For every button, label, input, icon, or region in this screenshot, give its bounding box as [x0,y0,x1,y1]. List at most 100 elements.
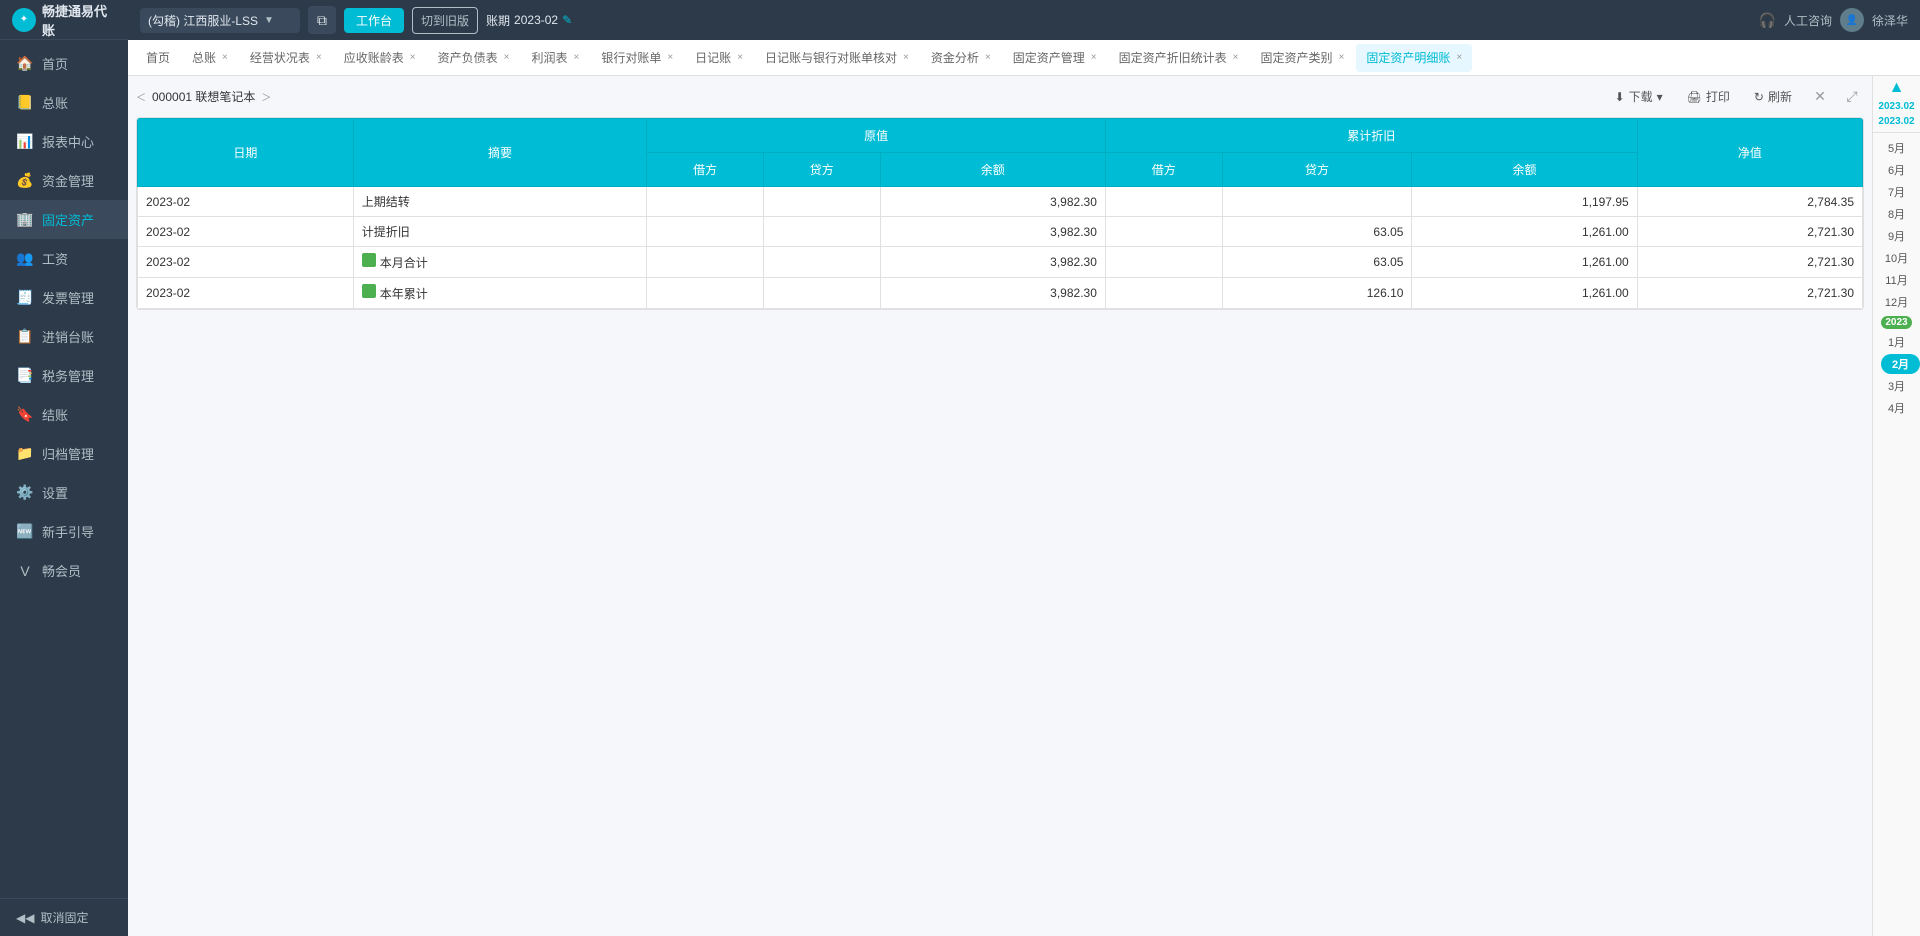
tab-close-icon[interactable]: × [1233,52,1239,63]
tab-close-icon[interactable]: × [667,52,673,63]
print-icon: 🖨 [1687,90,1702,104]
tab-固定资产管理[interactable]: 固定资产管理× [1003,44,1107,72]
tab-close-icon[interactable]: × [1338,52,1344,63]
tab-close-icon[interactable]: × [504,52,510,63]
tab-经营状况表[interactable]: 经营状况表× [240,44,332,72]
refresh-button[interactable]: ↻ 刷新 [1746,84,1800,109]
tab-close-icon[interactable]: × [985,52,991,63]
sidebar-item-税务管理[interactable]: 📑税务管理 [0,356,128,395]
sidebar-item-归档管理[interactable]: 📁归档管理 [0,434,128,473]
th-date: 日期 [138,119,354,187]
tab-银行对账单[interactable]: 银行对账单 × [591,44,683,72]
cell-summary: 计提折旧 [353,217,646,247]
timeline-date-1: 2023.02 [1878,100,1914,113]
sidebar-icon: 📒 [16,94,34,112]
timeline-month-10月[interactable]: 10月 [1877,247,1915,269]
tab-固定资产类别[interactable]: 固定资产类别× [1250,44,1354,72]
tab-日记账[interactable]: 日记账 × [685,44,753,72]
sidebar-item-新手引导[interactable]: 🆕 新手引导 [0,512,128,551]
tab-close-icon[interactable]: × [737,52,743,63]
human-service-label[interactable]: 人工咨询 [1784,12,1832,29]
sidebar-item-畅会员[interactable]: V畅会员 [0,551,128,590]
timeline-month-8月[interactable]: 8月 [1877,203,1915,225]
th-orig-balance: 余额 [880,153,1105,187]
tab-资金分析[interactable]: 资金分析 × [921,44,1001,72]
period-value: 2023-02 [514,13,558,27]
timeline-month-4月[interactable]: 4月 [1877,397,1915,419]
breadcrumb-next-icon[interactable]: ＞ [261,89,271,104]
user-avatar[interactable]: 👤 [1840,8,1864,32]
timeline-date-2: 2023.02 [1878,115,1914,128]
sidebar-item-label: 首页 [42,54,68,73]
company-name: (勾稽) 江西服业-LSS [148,12,258,29]
detail-table: 日期 摘要 原值 累计折旧 净值 借方 贷方 余额 借方 贷方 余额 [137,118,1863,309]
sidebar-item-报表中心[interactable]: 📊报表中心 [0,122,128,161]
sidebar-item-固定资产[interactable]: 🏢固定资产 [0,200,128,239]
sidebar-unpin-btn[interactable]: ◀◀ 取消固定 [0,898,128,936]
tab-close-icon[interactable]: × [903,52,909,63]
sidebar-icon: 🆕 [16,523,34,541]
company-selector[interactable]: (勾稽) 江西服业-LSS ▼ [140,8,300,33]
tab-固定资产折旧统计表[interactable]: 固定资产折旧统计表 × [1109,44,1249,72]
tab-close-icon[interactable]: × [1456,52,1462,63]
sidebar-item-设置[interactable]: ⚙️设置 [0,473,128,512]
cell-accum-debit [1105,247,1222,278]
table-row: 2023-02 本年累计 3,982.30 126.10 1,261.00 2,… [138,278,1863,309]
sidebar-item-资金管理[interactable]: 💰资金管理 [0,161,128,200]
period-edit-icon[interactable]: ✎ [562,13,572,27]
tab-首页[interactable]: 首页 [136,44,180,72]
cell-orig-balance: 3,982.30 [880,247,1105,278]
tab-label: 资金分析 [931,49,979,66]
copy-icon-btn[interactable]: ⧉ [308,6,336,34]
table-row: 2023-02 计提折旧 3,982.30 63.05 1,261.00 2,7… [138,217,1863,247]
page-close-button[interactable]: ✕ [1808,85,1832,109]
breadcrumb-prev-icon[interactable]: ＜ [136,89,146,104]
sidebar-item-label: 畅会员 [42,561,81,580]
switch-old-button[interactable]: 切到旧版 [412,7,478,34]
tab-日记账与银行对账单核对[interactable]: 日记账与银行对账单核对× [755,44,919,72]
tab-label: 应收账龄表 [344,49,404,66]
tab-label: 日记账 [695,49,731,66]
timeline-month-5月[interactable]: 5月 [1877,137,1915,159]
tabbar: 首页总账×经营状况表×应收账龄表×资产负债表×利润表×银行对账单×日记账×日记账… [128,40,1920,76]
topbar-user-area: 🎧 人工咨询 👤 徐泽华 [1759,8,1908,32]
tab-label: 固定资产折旧统计表 [1119,49,1227,66]
timeline-month-9月[interactable]: 9月 [1877,225,1915,247]
tab-应收账龄表[interactable]: 应收账龄表 × [334,44,426,72]
timeline-month-12月[interactable]: 12月 [1877,291,1915,313]
avatar-icon: 👤 [1846,15,1858,26]
cell-accum-balance: 1,261.00 [1412,278,1637,309]
timeline-month-2月[interactable]: 2月 [1881,354,1919,374]
cell-orig-debit [647,187,764,217]
timeline-up-button[interactable]: ▲ [1889,80,1905,96]
breadcrumb-item: 000001 联想笔记本 [152,88,255,105]
tab-固定资产明细账[interactable]: 固定资产明细账× [1356,44,1472,72]
timeline-month-3月[interactable]: 3月 [1877,375,1915,397]
sidebar-item-发票管理[interactable]: 🧾发票管理 [0,278,128,317]
sidebar-item-进销台账[interactable]: 📋进销台账 [0,317,128,356]
tab-close-icon[interactable]: × [410,52,416,63]
th-accum-debit: 借方 [1105,153,1222,187]
print-button[interactable]: 🖨 打印 [1679,84,1738,109]
timeline-month-7月[interactable]: 7月 [1877,181,1915,203]
tab-总账[interactable]: 总账× [182,44,238,72]
timeline-month-1月[interactable]: 1月 [1877,331,1915,353]
sidebar-item-结账[interactable]: 🔖结账 [0,395,128,434]
sidebar-item-首页[interactable]: 🏠首页 [0,44,128,83]
page-maximize-button[interactable]: ⤢ [1840,85,1864,109]
sidebar-item-label: 新手引导 [42,522,94,541]
tab-close-icon[interactable]: × [316,52,322,63]
sidebar-item-总账[interactable]: 📒总账 [0,83,128,122]
timeline-month-6月[interactable]: 6月 [1877,159,1915,181]
tab-利润表[interactable]: 利润表× [521,44,589,72]
tab-label: 银行对账单 [601,49,661,66]
sidebar-item-工资[interactable]: 👥工资 [0,239,128,278]
tab-资产负债表[interactable]: 资产负债表× [428,44,520,72]
tab-close-icon[interactable]: × [1091,52,1097,63]
tab-close-icon[interactable]: × [222,52,228,63]
download-button[interactable]: ⬇ 下载 ▾ [1607,84,1671,109]
workbench-button[interactable]: 工作台 [344,8,404,33]
tab-close-icon[interactable]: × [573,52,579,63]
timeline-month-11月[interactable]: 11月 [1877,269,1915,291]
sidebar-item-label: 固定资产 [42,210,94,229]
